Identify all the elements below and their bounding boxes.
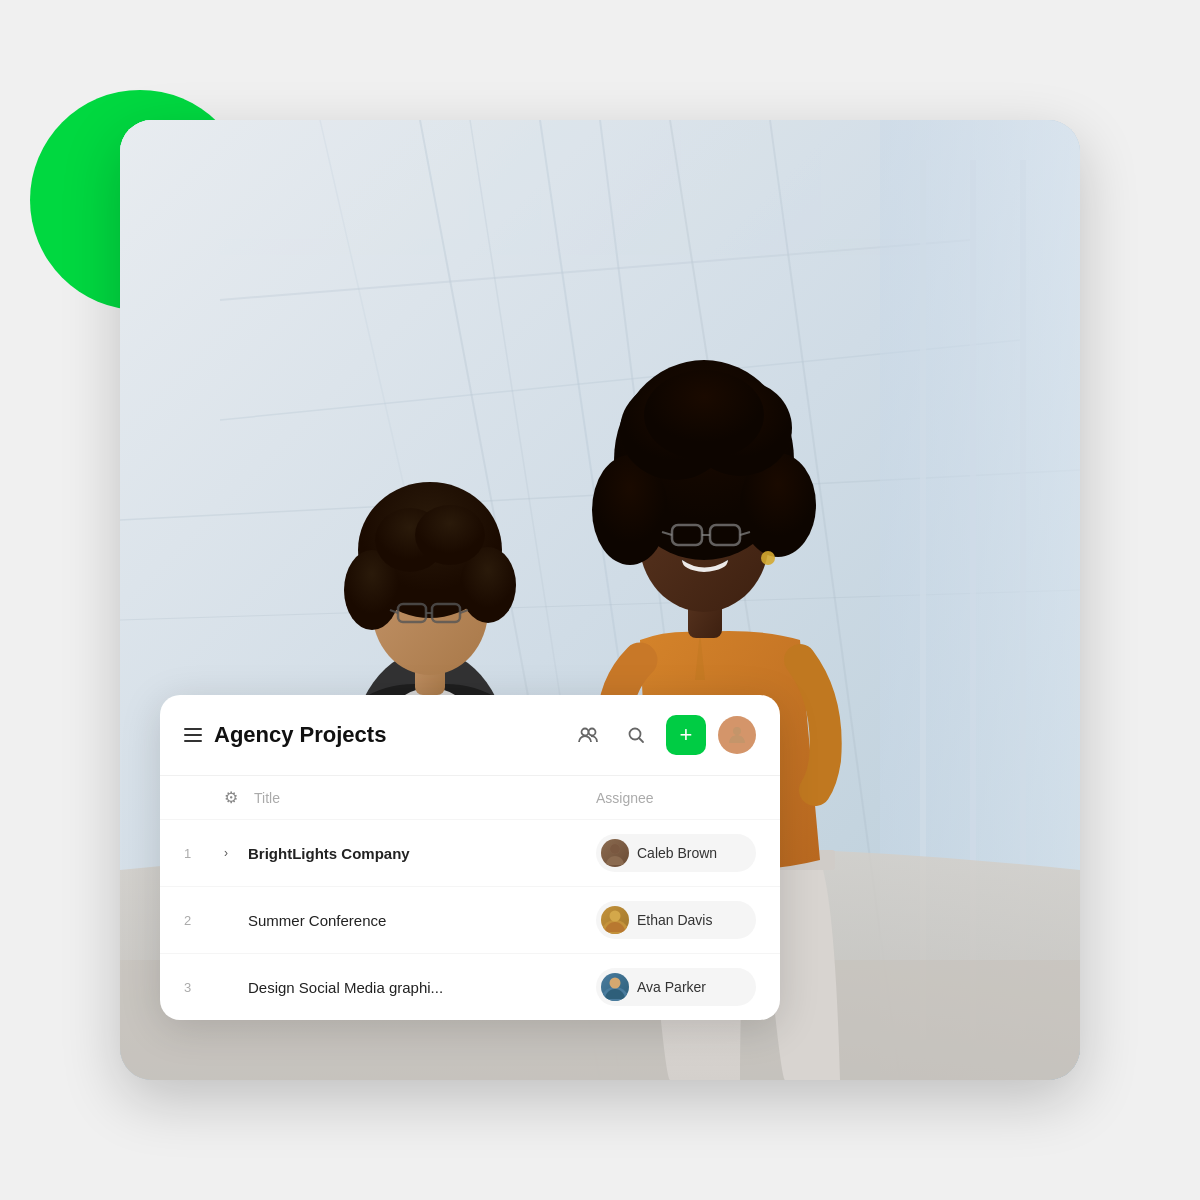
hamburger-line-2 <box>184 734 202 736</box>
svg-point-59 <box>610 978 621 989</box>
projects-table: ⚙ Title Assignee 1 › BrightLights Compan… <box>160 776 780 1020</box>
col-settings-header: ⚙ <box>224 788 254 807</box>
svg-point-53 <box>733 727 741 735</box>
col-title-header: Title <box>254 790 596 806</box>
row-number-2: 2 <box>184 913 224 928</box>
outer-container: Agency Projects <box>60 60 1140 1140</box>
svg-point-55 <box>610 844 620 854</box>
user-avatar-icon <box>725 723 749 747</box>
search-icon <box>627 726 645 744</box>
user-avatar-button[interactable] <box>718 716 756 754</box>
search-button[interactable] <box>618 717 654 753</box>
assignee-name-3: Ava Parker <box>637 979 706 995</box>
people-icon <box>578 727 598 743</box>
svg-line-52 <box>639 738 643 742</box>
assignee-name-2: Ethan Davis <box>637 912 712 928</box>
table-row[interactable]: 3 › Design Social Media graphi... Ava Pa… <box>160 954 780 1020</box>
hamburger-line-1 <box>184 728 202 730</box>
svg-point-48 <box>761 551 775 565</box>
assignee-avatar-2 <box>601 906 629 934</box>
settings-icon[interactable]: ⚙ <box>224 789 238 806</box>
avatar-face-2 <box>601 906 629 934</box>
avatar-face-3 <box>601 973 629 1001</box>
avatar-face-1 <box>601 839 629 867</box>
add-button[interactable]: + <box>666 715 706 755</box>
svg-point-50 <box>589 729 596 736</box>
assignee-chip-2[interactable]: Ethan Davis <box>596 901 756 939</box>
row-title-2: Summer Conference <box>248 912 596 929</box>
table-row[interactable]: 1 › BrightLights Company Caleb Brown <box>160 820 780 887</box>
people-icon-button[interactable] <box>570 717 606 753</box>
svg-point-57 <box>610 911 621 922</box>
table-row[interactable]: 2 › Summer Conference Ethan Davis <box>160 887 780 954</box>
col-assignee-header: Assignee <box>596 790 756 806</box>
header-actions: + <box>570 715 756 755</box>
row-number-3: 3 <box>184 980 224 995</box>
assignee-avatar-3 <box>601 973 629 1001</box>
assignee-avatar-1 <box>601 839 629 867</box>
row-title-3: Design Social Media graphi... <box>248 979 596 996</box>
panel-header: Agency Projects <box>160 695 780 776</box>
assignee-chip-3[interactable]: Ava Parker <box>596 968 756 1006</box>
svg-point-24 <box>415 505 485 565</box>
svg-point-42 <box>644 370 764 460</box>
table-header-row: ⚙ Title Assignee <box>160 776 780 820</box>
row-number-1: 1 <box>184 846 224 861</box>
row-title-1: BrightLights Company <box>248 845 596 862</box>
hamburger-menu-button[interactable] <box>184 728 202 742</box>
assignee-chip-1[interactable]: Caleb Brown <box>596 834 756 872</box>
agency-projects-panel: Agency Projects <box>160 695 780 1020</box>
panel-title: Agency Projects <box>214 722 558 748</box>
hamburger-line-3 <box>184 740 202 742</box>
expand-icon-1[interactable]: › <box>224 846 244 860</box>
main-card: Agency Projects <box>120 120 1080 1080</box>
assignee-name-1: Caleb Brown <box>637 845 717 861</box>
svg-point-49 <box>582 729 589 736</box>
